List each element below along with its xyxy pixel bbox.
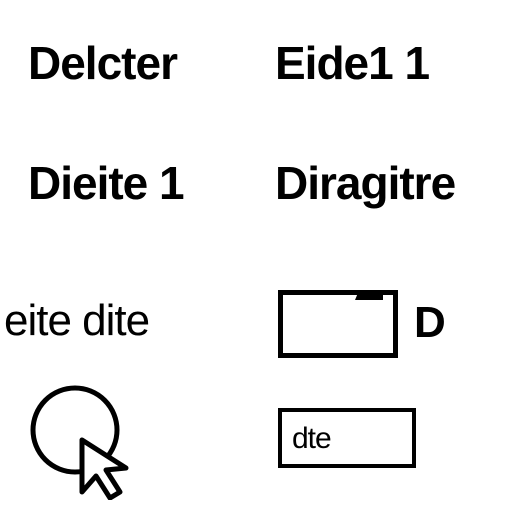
label-dieite1: Dieite 1: [28, 156, 184, 210]
folder-icon: [278, 290, 398, 358]
label-d: D: [414, 298, 446, 348]
folder-tab-icon: [355, 290, 383, 300]
cursor-circle-icon: [20, 370, 150, 500]
dte-field-text: dte: [292, 422, 331, 456]
dte-field[interactable]: dte: [278, 408, 416, 468]
label-eide1: Eide1 1: [275, 36, 429, 90]
label-diragitre: Diragitre: [275, 156, 455, 210]
label-delcter: Delcter: [28, 36, 177, 90]
label-eite-dite: eite dite: [4, 296, 149, 346]
